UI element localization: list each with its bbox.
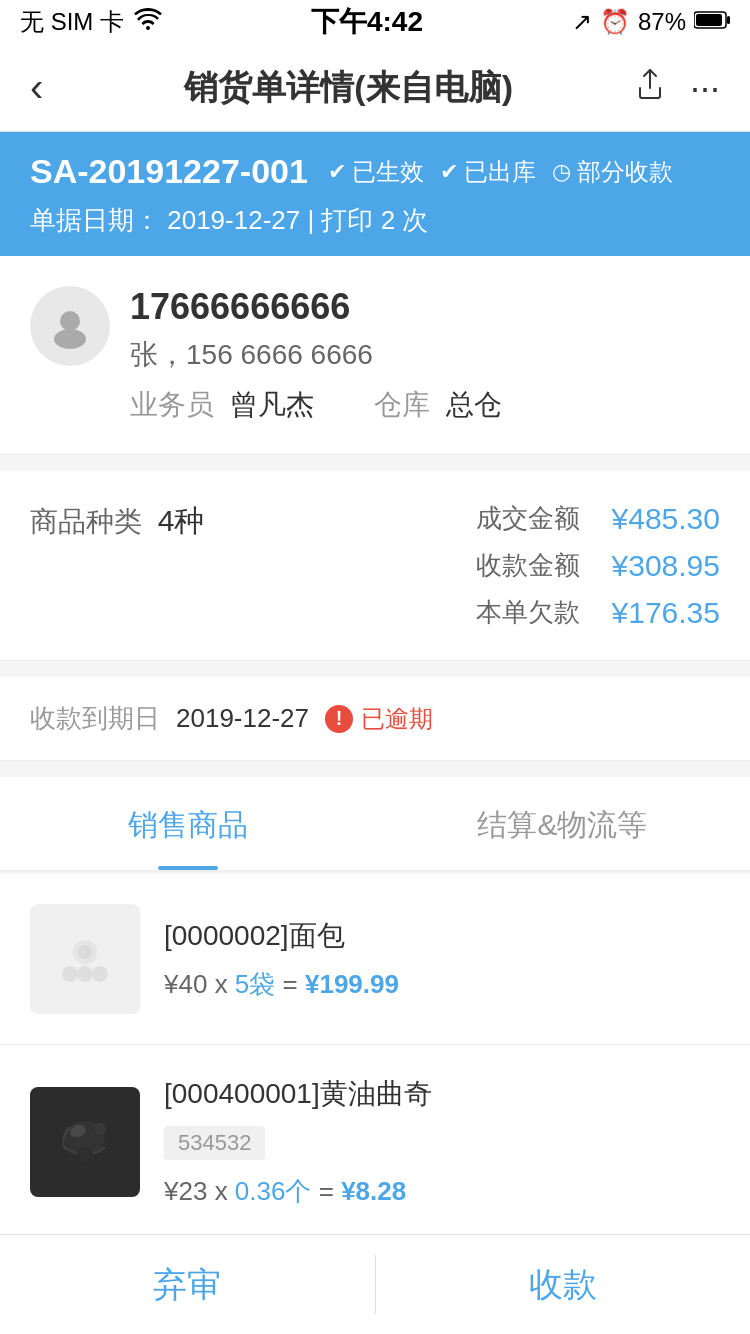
customer-alt-phone: 张，156 6666 6666 (130, 336, 720, 374)
wifi-icon (134, 8, 162, 36)
status-badge-shipped: ✔ 已出库 (440, 156, 536, 188)
product-qty-2: 0.36个 (235, 1176, 312, 1206)
svg-point-10 (92, 966, 108, 982)
status-left: 无 SIM 卡 (20, 6, 162, 38)
item-type-label: 商品种类 (30, 506, 142, 537)
amount-value: ¥485.30 (600, 502, 720, 536)
battery-label: 87% (638, 8, 686, 36)
debt-label: 本单欠款 (476, 595, 580, 630)
warehouse-label: 仓库 (374, 389, 430, 420)
sales-label: 业务员 (130, 389, 214, 420)
header-banner: SA-20191227-001 ✔ 已生效 ✔ 已出库 ◷ 部分收款 单据日期：… (0, 132, 750, 256)
due-section: 收款到期日 2019-12-27 ! 已逾期 (0, 677, 750, 761)
svg-point-9 (62, 966, 78, 982)
bottom-bar: 弃审 收款 (0, 1234, 750, 1334)
tab-settlement[interactable]: 结算&物流等 (375, 777, 750, 870)
customer-section: 17666666666 张，156 6666 6666 业务员 曾凡杰 仓库 总… (0, 256, 750, 455)
svg-rect-1 (727, 16, 730, 24)
product-thumbnail-2 (30, 1087, 140, 1197)
overdue-badge: ! 已逾期 (325, 703, 433, 735)
svg-point-4 (60, 311, 80, 331)
list-item: [000400001]黄油曲奇 534532 ¥23 x 0.36个 = ¥8.… (0, 1045, 750, 1240)
product-list: [0000002]面包 ¥40 x 5袋 = ¥199.99 [000400 (0, 874, 750, 1240)
back-button[interactable]: ‹ (30, 65, 63, 110)
list-item: [0000002]面包 ¥40 x 5袋 = ¥199.99 (0, 874, 750, 1045)
due-date-label: 收款到期日 (30, 701, 160, 736)
financial-stats: 成交金额 ¥485.30 收款金额 ¥308.95 本单欠款 ¥176.35 (476, 501, 720, 630)
status-badge-partial: ◷ 部分收款 (552, 156, 673, 188)
product-thumbnail-1 (30, 904, 140, 1014)
stats-section: 商品种类 4种 成交金额 ¥485.30 收款金额 ¥308.95 本单欠款 ¥… (0, 471, 750, 661)
debt-value: ¥176.35 (600, 596, 720, 630)
status-badge-effective: ✔ 已生效 (328, 156, 424, 188)
carrier-label: 无 SIM 卡 (20, 6, 124, 38)
tabs-section: 销售商品 结算&物流等 (0, 777, 750, 872)
warehouse-value: 总仓 (446, 389, 502, 420)
status-time: 下午4:42 (311, 3, 423, 41)
product-sku-2: 534532 (164, 1126, 265, 1160)
overdue-icon: ! (325, 705, 353, 733)
customer-info: 17666666666 张，156 6666 6666 业务员 曾凡杰 仓库 总… (130, 286, 720, 424)
tab-products[interactable]: 销售商品 (0, 777, 375, 870)
status-bar: 无 SIM 卡 下午4:42 ↗ ⏰ 87% (0, 0, 750, 44)
svg-point-13 (94, 1123, 106, 1135)
received-label: 收款金额 (476, 548, 580, 583)
product-price-2: ¥23 x 0.36个 = ¥8.28 (164, 1174, 720, 1209)
nav-bar: ‹ 销货单详情(来自电脑) ··· (0, 44, 750, 132)
svg-point-8 (77, 966, 93, 982)
product-price-1: ¥40 x 5袋 = ¥199.99 (164, 967, 720, 1002)
overdue-text: 已逾期 (361, 703, 433, 735)
battery-icon (694, 8, 730, 36)
avatar (30, 286, 110, 366)
product-name-2: [000400001]黄油曲奇 (164, 1075, 720, 1113)
amount-label: 成交金额 (476, 501, 580, 536)
alarm-icon: ⏰ (600, 8, 630, 36)
item-type-value: 4种 (158, 504, 205, 537)
due-date-value: 2019-12-27 (176, 703, 309, 734)
check-icon-1: ✔ (328, 159, 346, 185)
clock-icon: ◷ (552, 159, 571, 185)
product-info-1: [0000002]面包 ¥40 x 5袋 = ¥199.99 (164, 917, 720, 1002)
more-button[interactable]: ··· (690, 67, 720, 109)
cancel-button[interactable]: 弃审 (0, 1235, 375, 1334)
received-value: ¥308.95 (600, 549, 720, 583)
page-title: 销货单详情(来自电脑) (63, 65, 634, 111)
location-icon: ↗ (572, 8, 592, 36)
header-date-info: 单据日期： 2019-12-27 | 打印 2 次 (30, 203, 720, 238)
svg-point-7 (78, 945, 92, 959)
customer-main-phone: 17666666666 (130, 286, 720, 328)
svg-point-14 (77, 1147, 93, 1163)
product-info-2: [000400001]黄油曲奇 534532 ¥23 x 0.36个 = ¥8.… (164, 1075, 720, 1209)
item-type-info: 商品种类 4种 (30, 501, 204, 542)
confirm-button[interactable]: 收款 (376, 1235, 751, 1334)
product-name-1: [0000002]面包 (164, 917, 720, 955)
status-right: ↗ ⏰ 87% (572, 8, 730, 36)
svg-rect-2 (696, 14, 722, 26)
product-qty-1: 5袋 (235, 969, 275, 999)
product-total-2: ¥8.28 (341, 1176, 406, 1206)
order-id: SA-20191227-001 (30, 152, 308, 191)
check-icon-2: ✔ (440, 159, 458, 185)
svg-point-5 (54, 329, 86, 349)
product-total-1: ¥199.99 (305, 969, 399, 999)
customer-meta: 业务员 曾凡杰 仓库 总仓 (130, 386, 720, 424)
share-button[interactable] (634, 67, 666, 109)
sales-value: 曾凡杰 (230, 389, 314, 420)
